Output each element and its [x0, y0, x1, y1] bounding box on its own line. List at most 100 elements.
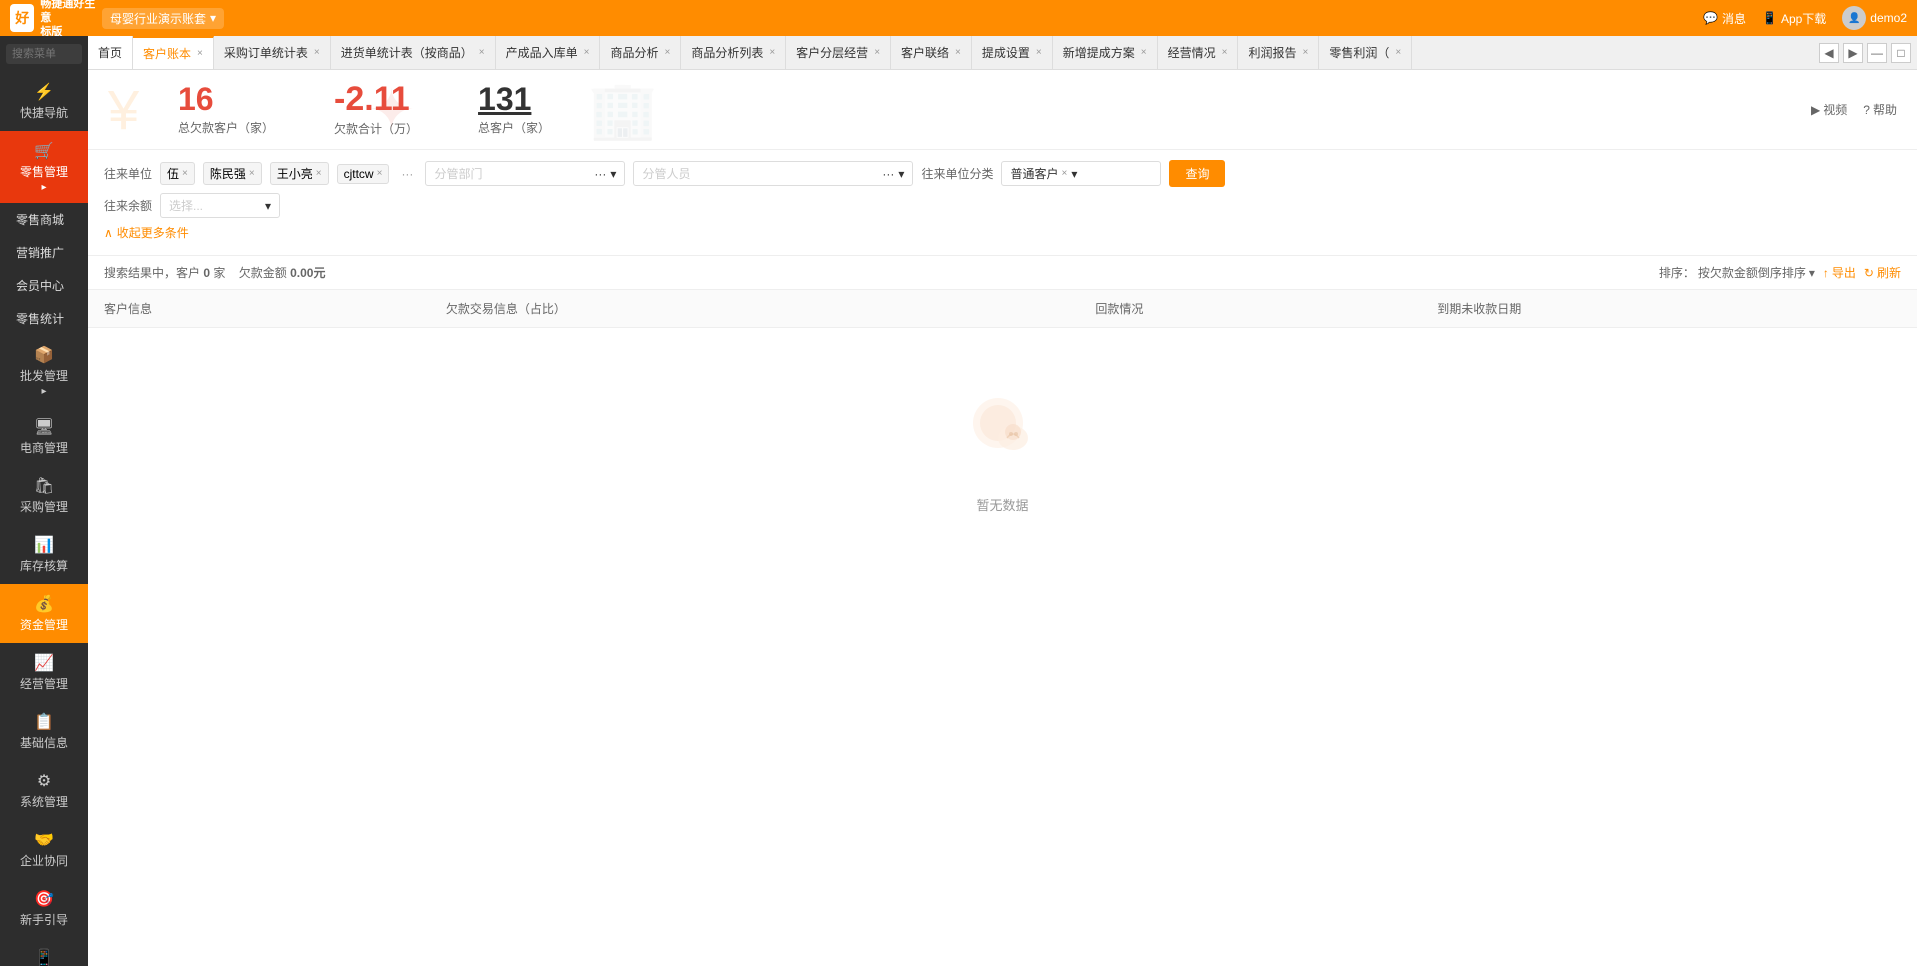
col-credit-transaction: 欠款交易信息（占比）: [430, 290, 1080, 328]
quick-nav-icon: ⚡: [34, 82, 54, 102]
sidebar-item-retail-mall[interactable]: 零售商城: [0, 203, 88, 236]
sidebar-item-inventory[interactable]: 📊 库存核算: [0, 525, 88, 584]
unit-type-tag: 普通客户 ×: [1010, 165, 1067, 182]
filter-row-2: 往来余额 选择... ▾: [104, 193, 1901, 218]
app-center-icon: 📱: [34, 948, 54, 966]
tab-promotion-settings[interactable]: 提成设置 ×: [972, 36, 1053, 69]
ecommerce-icon: 🖥: [34, 417, 54, 437]
close-tab-icon-8[interactable]: ×: [955, 47, 961, 58]
close-tab-icon-13[interactable]: ×: [1395, 47, 1401, 58]
stats-bar-actions: ▶ 视频 ? 帮助: [1811, 82, 1897, 137]
person-filter[interactable]: 分管人员 ··· ▾: [633, 161, 913, 186]
sidebar-item-wholesale[interactable]: 📦 批发管理 ▸: [0, 335, 88, 407]
filter-tag-2: 陈民强 ×: [203, 162, 262, 185]
balance-label: 往来余额: [104, 197, 152, 214]
tab-purchase-order-stats[interactable]: 采购订单统计表 ×: [214, 36, 331, 69]
chevron-down-icon: ▾: [210, 11, 216, 25]
remove-tag-2[interactable]: ×: [249, 168, 255, 179]
inventory-icon: 📊: [34, 535, 54, 555]
sidebar-item-basic-info[interactable]: 📋 基础信息: [0, 702, 88, 761]
table-toolbar-right: 排序： 按欠款金额倒序排序 ▾ ↑ 导出 ↻ 刷新: [1659, 264, 1901, 281]
close-tab-icon-9[interactable]: ×: [1036, 47, 1042, 58]
help-btn[interactable]: ? 帮助: [1863, 101, 1897, 118]
close-tab-icon-5[interactable]: ×: [664, 47, 670, 58]
main-area: ⚡ 快捷导航 🛒 零售管理 ▸ 零售商城 营销推广 会员中心 零售统计 📦 批发…: [0, 36, 1917, 966]
collapse-area: ∧ 收起更多条件: [104, 224, 1901, 241]
dept-filter[interactable]: 分管部门 ··· ▾: [425, 161, 625, 186]
sidebar-item-finance[interactable]: 💰 资金管理: [0, 584, 88, 643]
tab-product-analysis[interactable]: 商品分析 ×: [600, 36, 681, 69]
sidebar-item-new-user[interactable]: 🎯 新手引导: [0, 879, 88, 938]
app-download-btn[interactable]: 📱 App下载: [1762, 10, 1826, 27]
credit-customers-value: 16: [178, 83, 274, 115]
remove-unit-type[interactable]: ×: [1061, 168, 1067, 179]
stat-bg-icon-2: ✦: [368, 77, 415, 143]
tab-home[interactable]: 首页: [88, 36, 133, 69]
close-tab-icon-6[interactable]: ×: [769, 47, 775, 58]
close-tab-icon-10[interactable]: ×: [1141, 47, 1147, 58]
search-input[interactable]: [6, 44, 82, 64]
close-tab-icon-4[interactable]: ×: [584, 47, 590, 58]
remove-tag-3[interactable]: ×: [316, 168, 322, 179]
prev-tab-btn[interactable]: ◀: [1819, 43, 1839, 63]
close-tab-icon-3[interactable]: ×: [479, 47, 485, 58]
next-tab-btn[interactable]: ▶: [1843, 43, 1863, 63]
system-icon: ⚙: [37, 771, 51, 791]
sidebar-item-marketing[interactable]: 营销推广: [0, 236, 88, 269]
unit-type-filter[interactable]: 普通客户 × ▾: [1001, 161, 1161, 186]
sidebar-item-operations[interactable]: 📈 经营管理: [0, 643, 88, 702]
tab-business-status[interactable]: 经营情况 ×: [1158, 36, 1239, 69]
sidebar-item-retail-mgmt[interactable]: 🛒 零售管理 ▸: [0, 131, 88, 203]
stat-bg-icon-1: ¥: [108, 77, 139, 142]
home-tab-label: 首页: [98, 44, 122, 61]
table-toolbar: 搜索结果中，客户 0 家 欠款金额 0.00元 排序： 按欠款金额倒序排序: [88, 256, 1917, 290]
export-btn[interactable]: ↑ 导出: [1823, 264, 1856, 281]
filter-more-btn[interactable]: ···: [397, 165, 417, 183]
tab-profit-report[interactable]: 利润报告 ×: [1238, 36, 1319, 69]
query-button[interactable]: 查询: [1169, 160, 1225, 187]
sidebar-item-ecommerce[interactable]: 🖥 电商管理: [0, 407, 88, 466]
message-icon: 💬: [1703, 11, 1718, 25]
logo-icon: 好: [10, 4, 34, 32]
tab-customer-contact[interactable]: 客户联络 ×: [891, 36, 972, 69]
sidebar-item-enterprise-collab[interactable]: 🤝 企业协同: [0, 820, 88, 879]
balance-filter[interactable]: 选择... ▾: [160, 193, 280, 218]
sidebar-item-system[interactable]: ⚙ 系统管理: [0, 761, 88, 820]
close-tab-icon-12[interactable]: ×: [1302, 47, 1308, 58]
user-profile-btn[interactable]: 👤 demo2: [1842, 6, 1907, 30]
sidebar-item-quick-nav[interactable]: ⚡ 快捷导航: [0, 72, 88, 131]
operations-icon: 📈: [34, 653, 54, 673]
minimize-btn[interactable]: —: [1867, 43, 1887, 63]
tab-product-inbound[interactable]: 产成品入库单 ×: [496, 36, 601, 69]
filter-tag-3: 王小亮 ×: [270, 162, 329, 185]
tab-customer-accounts[interactable]: 客户账本 ×: [133, 36, 214, 69]
close-tab-icon-7[interactable]: ×: [874, 47, 880, 58]
remove-tag-4[interactable]: ×: [377, 168, 383, 179]
account-selector[interactable]: 母婴行业演示账套 ▾: [102, 8, 224, 29]
col-customer-info: 客户信息: [88, 290, 430, 328]
tab-inbound-stats[interactable]: 进货单统计表（按商品） ×: [331, 36, 496, 69]
maximize-btn[interactable]: □: [1891, 43, 1911, 63]
close-tab-icon[interactable]: ×: [197, 48, 203, 59]
sort-selector[interactable]: 排序： 按欠款金额倒序排序 ▾: [1659, 264, 1815, 281]
close-tab-icon-11[interactable]: ×: [1222, 47, 1228, 58]
sidebar-item-app-center[interactable]: 📱 应用中心: [0, 938, 88, 966]
close-tab-icon-2[interactable]: ×: [314, 47, 320, 58]
sidebar-item-retail-stats[interactable]: 零售统计: [0, 302, 88, 335]
tab-new-promotion-plan[interactable]: 新增提成方案 ×: [1053, 36, 1158, 69]
stats-bar: ¥ 16 总欠款客户（家） ✦ -2.11 欠款合计（万） 🏢 131: [88, 70, 1917, 150]
refresh-btn[interactable]: ↻ 刷新: [1864, 264, 1901, 281]
stat-bg-icon-3: 🏢: [588, 77, 658, 143]
message-btn[interactable]: 💬 消息: [1703, 10, 1746, 27]
collapse-btn[interactable]: ∧ 收起更多条件: [104, 224, 1901, 241]
sidebar-item-membership[interactable]: 会员中心: [0, 269, 88, 302]
credit-customers-label: 总欠款客户（家）: [178, 119, 274, 136]
tab-customer-segmentation[interactable]: 客户分层经营 ×: [786, 36, 891, 69]
video-btn[interactable]: ▶ 视频: [1811, 101, 1847, 118]
finance-icon: 💰: [34, 594, 54, 614]
sidebar-item-purchase[interactable]: 🛍 采购管理: [0, 466, 88, 525]
remove-tag-1[interactable]: ×: [182, 168, 188, 179]
tab-product-analysis-list[interactable]: 商品分析列表 ×: [681, 36, 786, 69]
filter-row-1: 往来单位 伍 × 陈民强 × 王小亮 ×: [104, 160, 1901, 187]
tab-retail-profit[interactable]: 零售利润（ ×: [1319, 36, 1412, 69]
